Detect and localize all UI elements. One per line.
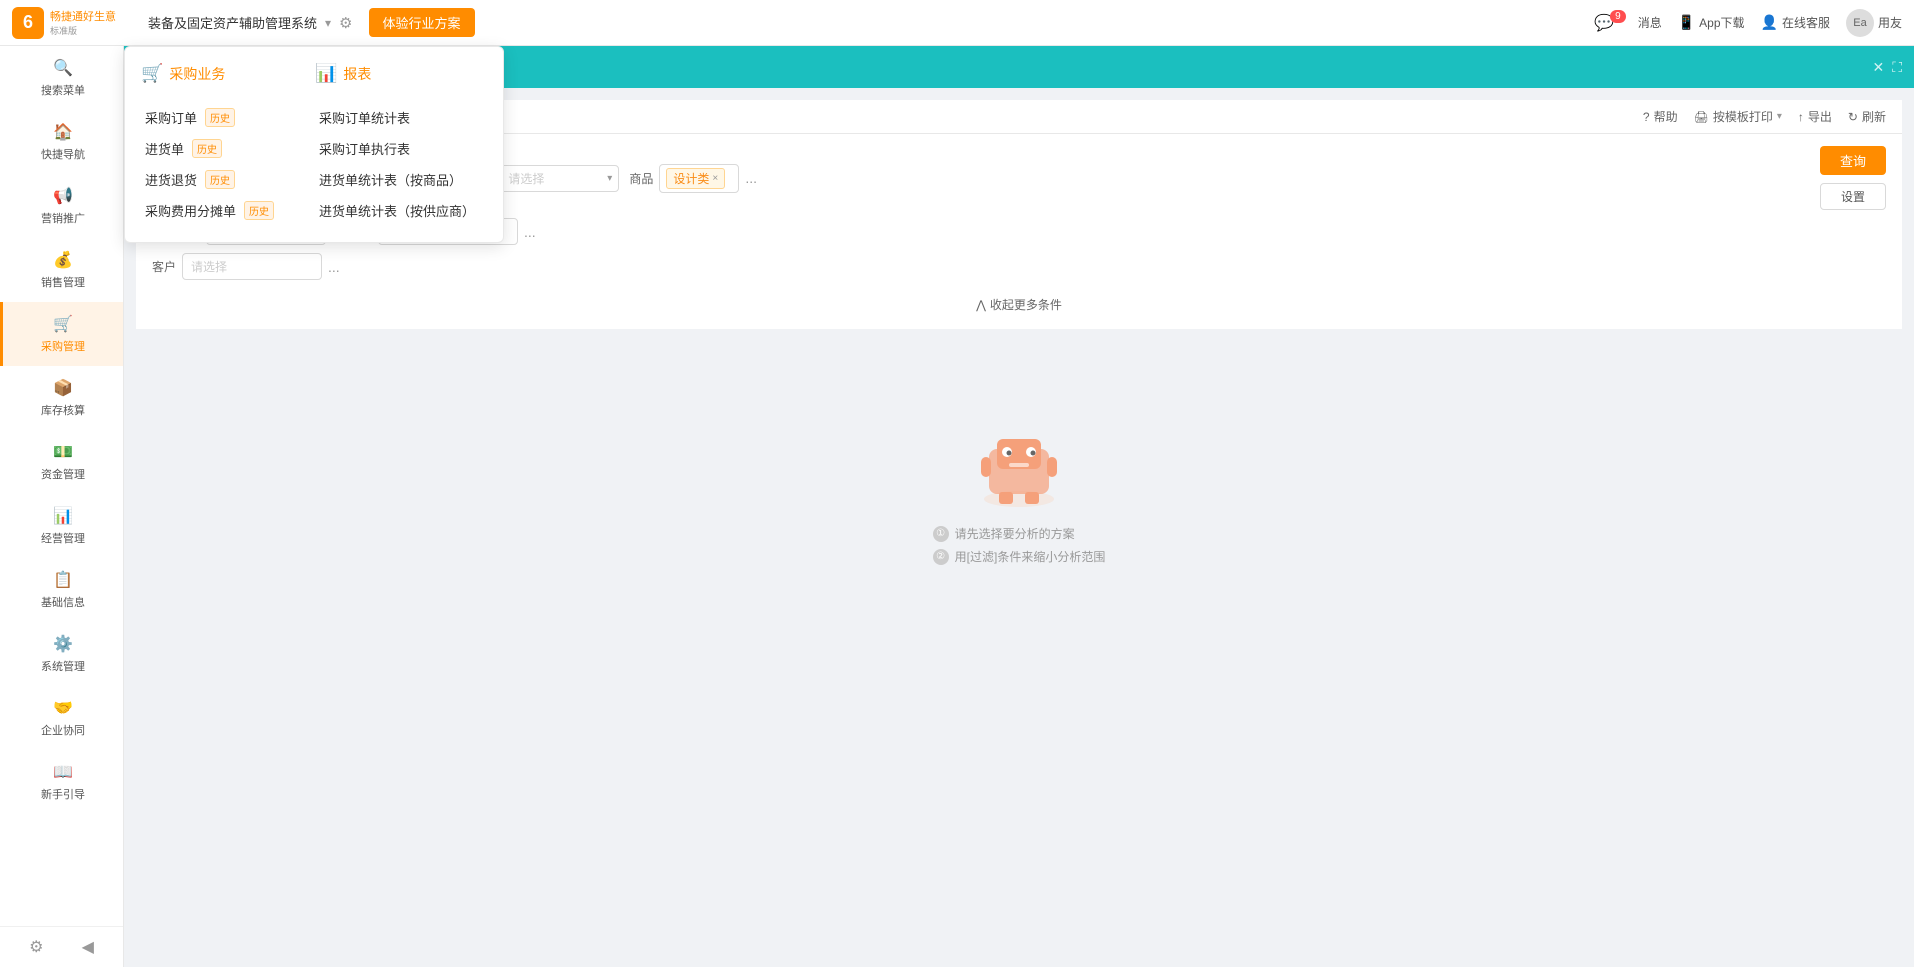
col-reports-title: 📊 报表 <box>315 63 495 92</box>
history-tag-4: 历史 <box>244 201 274 220</box>
dropdown-menu: 🛒 采购业务 采购订单 历史 进货单 历史 进货退货 历史 采购费用分摊单 <box>124 46 504 243</box>
col-purchase-title: 🛒 采购业务 <box>141 63 291 92</box>
dropdown-col-reports: 📊 报表 采购订单统计表 采购订单执行表 进货单统计表（按商品） 进货单统计表（… <box>315 63 495 226</box>
history-tag-2: 历史 <box>192 139 222 158</box>
col-reports-label: 报表 <box>343 64 371 84</box>
menu-label-inbound: 进货单 <box>145 139 184 158</box>
menu-inbound-return[interactable]: 进货退货 历史 <box>141 164 291 195</box>
menu-label-purchase-expense: 采购费用分摊单 <box>145 201 236 220</box>
menu-label-inbound-stats-goods: 进货单统计表（按商品） <box>319 170 462 189</box>
purchase-menu-icon: 🛒 <box>141 63 163 84</box>
dropdown-overlay: 🛒 采购业务 采购订单 历史 进货单 历史 进货退货 历史 采购费用分摊单 <box>0 0 1914 967</box>
menu-purchase-order-exec[interactable]: 采购订单执行表 <box>315 133 495 164</box>
menu-purchase-expense[interactable]: 采购费用分摊单 历史 <box>141 195 291 226</box>
menu-inbound-stats-supplier[interactable]: 进货单统计表（按供应商） <box>315 195 495 226</box>
app-container: 6 畅捷通好生意 标准版 装备及固定资产辅助管理系统 ▾ ⚙ 体验行业方案 💬 … <box>0 0 1914 967</box>
menu-purchase-order-stats[interactable]: 采购订单统计表 <box>315 102 495 133</box>
col-purchase-label: 采购业务 <box>169 64 225 84</box>
menu-inbound[interactable]: 进货单 历史 <box>141 133 291 164</box>
menu-label-purchase-order-exec: 采购订单执行表 <box>319 139 410 158</box>
menu-label-inbound-return: 进货退货 <box>145 170 197 189</box>
menu-inbound-stats-goods[interactable]: 进货单统计表（按商品） <box>315 164 495 195</box>
reports-menu-icon: 📊 <box>315 63 337 84</box>
history-tag-3: 历史 <box>205 170 235 189</box>
menu-label-purchase-order-stats: 采购订单统计表 <box>319 108 410 127</box>
history-tag-1: 历史 <box>205 108 235 127</box>
menu-label-inbound-stats-supplier: 进货单统计表（按供应商） <box>319 201 475 220</box>
dropdown-col-purchase: 🛒 采购业务 采购订单 历史 进货单 历史 进货退货 历史 采购费用分摊单 <box>141 63 291 226</box>
menu-purchase-order[interactable]: 采购订单 历史 <box>141 102 291 133</box>
menu-label-purchase-order: 采购订单 <box>145 108 197 127</box>
